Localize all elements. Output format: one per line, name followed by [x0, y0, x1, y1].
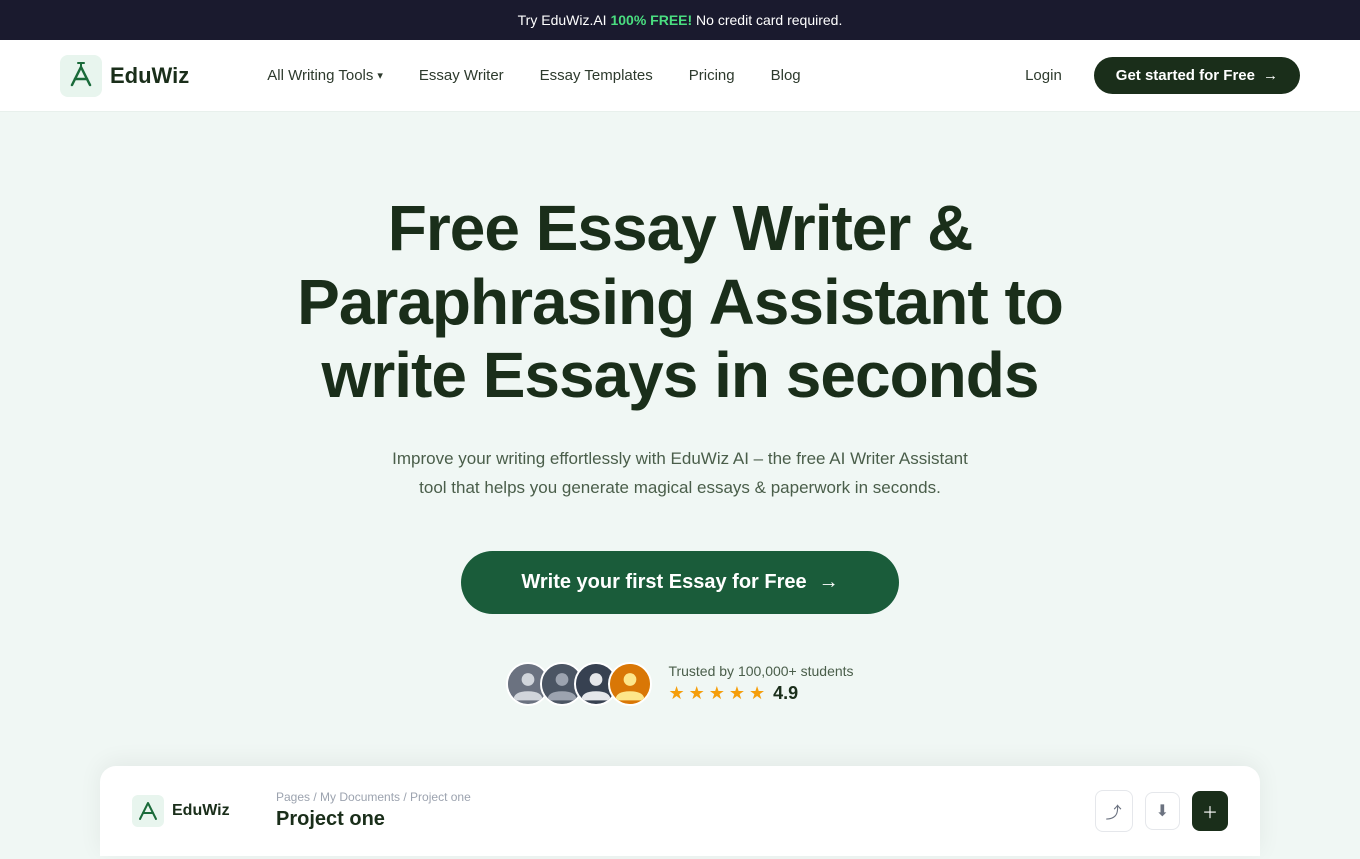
- share-icon: ⤴: [1106, 805, 1122, 822]
- star-icon: ★: [709, 683, 725, 704]
- project-title: Project one: [276, 808, 1071, 831]
- nav-links: All Writing Tools ▾ Essay Writer Essay T…: [249, 59, 1009, 92]
- card-logo-icon: [132, 795, 164, 827]
- arrow-right-icon: →: [1263, 67, 1278, 84]
- hero-subtitle: Improve your writing effortlessly with E…: [380, 445, 980, 503]
- logo-link[interactable]: EduWiz: [60, 55, 189, 97]
- stars-row: ★ ★ ★ ★ ★ 4.9: [668, 683, 853, 704]
- card-logo-area: EduWiz: [132, 795, 252, 827]
- arrow-right-icon: →: [819, 571, 839, 594]
- card-share-button[interactable]: ⤴: [1095, 790, 1133, 832]
- star-icon: ★: [668, 683, 684, 704]
- breadcrumb-area: Pages / My Documents / Project one Proje…: [276, 790, 1071, 831]
- hero-title: Free Essay Writer & Paraphrasing Assista…: [290, 192, 1070, 413]
- avatars: [506, 662, 652, 706]
- navbar: EduWiz All Writing Tools ▾ Essay Writer …: [0, 40, 1360, 112]
- nav-item-pricing[interactable]: Pricing: [671, 59, 753, 92]
- banner-highlight: 100% FREE!: [610, 12, 692, 28]
- nav-item-all-writing-tools[interactable]: All Writing Tools ▾: [249, 59, 401, 92]
- hero-cta-button[interactable]: Write your first Essay for Free →: [461, 551, 898, 614]
- card-download-button[interactable]: ⬇: [1145, 792, 1180, 830]
- nav-item-essay-writer[interactable]: Essay Writer: [401, 59, 522, 92]
- nav-item-essay-templates[interactable]: Essay Templates: [522, 59, 671, 92]
- banner-suffix: No credit card required.: [692, 12, 842, 28]
- nav-right: Login Get started for Free →: [1009, 57, 1300, 94]
- social-text: Trusted by 100,000+ students ★ ★ ★ ★ ★ 4…: [668, 663, 853, 704]
- login-button[interactable]: Login: [1009, 59, 1078, 92]
- card-logo-text: EduWiz: [172, 802, 230, 820]
- nav-link-all-writing-tools[interactable]: All Writing Tools ▾: [249, 59, 401, 92]
- download-icon: ⬇: [1156, 803, 1169, 820]
- star-icon: ★: [729, 683, 745, 704]
- star-icon: ★: [749, 683, 765, 704]
- get-started-button[interactable]: Get started for Free →: [1094, 57, 1300, 94]
- social-proof: Trusted by 100,000+ students ★ ★ ★ ★ ★ 4…: [506, 662, 853, 706]
- nav-item-blog[interactable]: Blog: [753, 59, 819, 92]
- top-banner: Try EduWiz.AI 100% FREE! No credit card …: [0, 0, 1360, 40]
- plus-icon: ＋: [1202, 805, 1218, 822]
- hero-section: Free Essay Writer & Paraphrasing Assista…: [0, 112, 1360, 766]
- star-icon: ★: [689, 683, 705, 704]
- avatar: [608, 662, 652, 706]
- nav-link-pricing[interactable]: Pricing: [671, 59, 753, 92]
- card-actions: ⤴ ⬇ ＋: [1095, 790, 1228, 832]
- trusted-text: Trusted by 100,000+ students: [668, 663, 853, 679]
- logo-text: EduWiz: [110, 63, 189, 89]
- nav-link-blog[interactable]: Blog: [753, 59, 819, 92]
- nav-link-essay-templates[interactable]: Essay Templates: [522, 59, 671, 92]
- logo-icon: [60, 55, 102, 97]
- breadcrumb: Pages / My Documents / Project one: [276, 790, 1071, 804]
- chevron-down-icon: ▾: [377, 69, 383, 82]
- card-add-button[interactable]: ＋: [1192, 791, 1228, 831]
- banner-prefix: Try EduWiz.AI: [518, 12, 611, 28]
- bottom-card-preview: EduWiz Pages / My Documents / Project on…: [100, 766, 1260, 856]
- nav-link-essay-writer[interactable]: Essay Writer: [401, 59, 522, 92]
- rating-number: 4.9: [773, 683, 798, 704]
